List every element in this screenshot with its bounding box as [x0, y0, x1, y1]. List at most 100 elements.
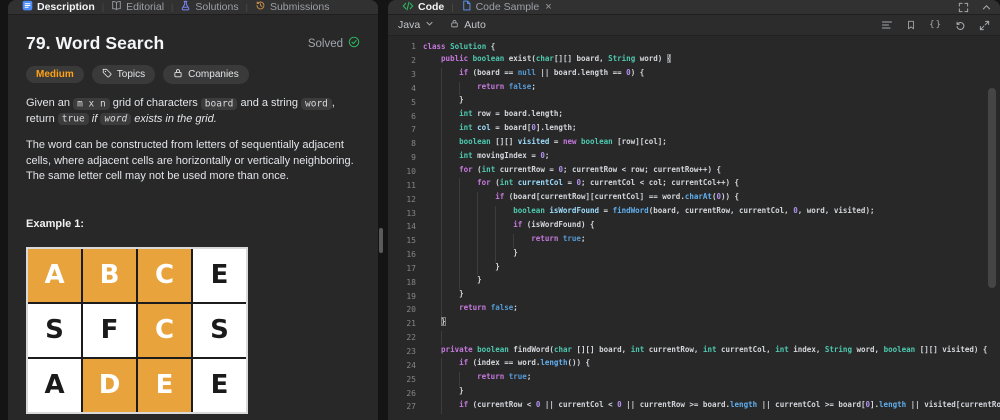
language-selector[interactable]: Java [398, 19, 434, 31]
tab-submissions[interactable]: Submissions [249, 0, 336, 14]
board-cell: E [138, 358, 191, 412]
line-number: 3 [411, 70, 416, 80]
tab-code[interactable]: Code [396, 0, 450, 15]
code-text: } [441, 316, 446, 326]
fullscreen-icon[interactable] [958, 2, 969, 13]
code-text: return false; [423, 303, 518, 317]
code-line: 20 return false; [388, 303, 1000, 317]
topics-badge[interactable]: Topics [91, 65, 156, 84]
text-segment: Given an [26, 97, 74, 109]
board-cell: E [193, 358, 246, 412]
code-line: 5} [388, 95, 1000, 109]
code-line: 9 int movingIndex = 0; [388, 151, 1000, 165]
auto-toggle[interactable]: Auto [450, 19, 486, 31]
line-number: 10 [406, 167, 416, 177]
inline-code: board [200, 97, 238, 110]
line-number: 1 [411, 42, 416, 52]
format-code-icon[interactable] [881, 19, 893, 31]
line-number: 17 [406, 263, 416, 273]
difficulty-badge[interactable]: Medium [26, 66, 84, 83]
editor-tabbar: Code | Code Sample × [388, 0, 1000, 15]
code-text: } [423, 289, 464, 303]
line-number: 22 [406, 333, 416, 343]
line-number: 20 [406, 305, 416, 315]
tab-description[interactable]: Description [16, 0, 101, 14]
code-text: for (int currentCol = 0; currentCol < co… [423, 178, 739, 192]
line-number: 4 [411, 83, 416, 93]
line-number: 15 [406, 236, 416, 246]
line-number: 11 [406, 180, 416, 190]
tab-solutions[interactable]: Solutions [174, 0, 244, 14]
code-line: 4 return false; [388, 82, 1000, 96]
code-text: public boolean exist(char[][] board, Str… [441, 53, 672, 63]
solved-status: Solved [308, 36, 360, 51]
code-line: 22 [388, 331, 1000, 345]
code-line: 10 for (int currentRow = 0; currentRow < … [388, 165, 1000, 179]
board-cell: D [83, 358, 136, 412]
code-text: } [423, 248, 518, 262]
board-cell: A [28, 248, 81, 302]
code-lines: 1 class Solution {2 public boolean exist(c… [388, 40, 1000, 414]
expand-editor-icon[interactable] [979, 20, 990, 31]
code-text: if (board[currentRow][currentCol] == wor… [423, 192, 739, 206]
line-number: 25 [406, 374, 416, 384]
code-icon [402, 0, 414, 15]
code-line: 25 return true; [388, 372, 1000, 386]
check-circle-icon [348, 36, 360, 51]
panel-resize-handle[interactable] [379, 228, 383, 253]
book-icon [111, 0, 122, 14]
flask-icon [180, 0, 191, 14]
editor-toolbar: Java Auto {} [388, 15, 1000, 36]
line-number: 6 [411, 111, 416, 121]
code-text: private boolean findWord(char [][] board… [441, 344, 988, 354]
code-text: return true; [423, 234, 585, 248]
line-number: 12 [406, 194, 416, 204]
code-text: int col = board[0].length; [423, 123, 576, 137]
board-cell: A [28, 358, 81, 412]
code-text: boolean isWordFound = findWord(board, cu… [423, 206, 874, 220]
code-line: 19} [388, 289, 1000, 303]
problem-tabbar: Description | Editorial | Solutions | Su… [8, 0, 378, 15]
code-text: } [423, 95, 464, 109]
inline-code: m x n [73, 97, 110, 110]
tab-code-sample[interactable]: Code Sample × [455, 0, 558, 14]
code-line: 6 int row = board.length; [388, 109, 1000, 123]
braces-icon[interactable]: {} [929, 20, 942, 30]
code-line: 24 if (index == word.length()) { [388, 358, 1000, 372]
code-text: if (board == null || board.length == 0) … [423, 68, 644, 82]
line-number: 21 [406, 319, 416, 329]
code-text: for (int currentRow = 0; currentRow < ro… [423, 165, 721, 179]
editor-panel: Code | Code Sample × Java Auto {} 1 clas… [388, 0, 1000, 420]
board-cell: S [28, 303, 81, 357]
board-cell: C [138, 303, 191, 357]
companies-badge[interactable]: Companies [163, 65, 249, 84]
editor-scrollbar-thumb[interactable] [988, 88, 996, 288]
code-text: boolean [][] visited = new boolean [row]… [423, 137, 667, 151]
line-number: 14 [406, 222, 416, 232]
board-cell: C [138, 248, 191, 302]
code-text: } [423, 386, 464, 400]
code-line: 15 return true; [388, 234, 1000, 248]
code-line: 21} [388, 316, 1000, 331]
code-line: 3 if (board == null || board.length == 0)… [388, 68, 1000, 82]
code-line: 16} [388, 248, 1000, 262]
code-text: class Solution { [423, 42, 496, 52]
code-line: 11 for (int currentCol = 0; currentCol < … [388, 178, 1000, 192]
text-segment: if [88, 112, 101, 125]
problem-content: 79. Word Search Solved Medium Topics Com… [8, 33, 378, 414]
code-line: 8 boolean [][] visited = new boolean [row… [388, 137, 1000, 151]
code-editor[interactable]: 1 class Solution {2 public boolean exist(c… [388, 36, 1000, 420]
line-number: 27 [406, 402, 416, 412]
collapse-panel-icon[interactable] [981, 2, 992, 13]
solved-label: Solved [307, 37, 343, 50]
example-board-image: ABCESFCSADEE [26, 246, 248, 414]
line-number: 13 [406, 208, 416, 218]
bookmark-icon[interactable] [906, 20, 916, 30]
code-line: 12 if (board[currentRow][currentCol] == w… [388, 192, 1000, 206]
reset-code-icon[interactable] [955, 20, 966, 31]
tab-editorial[interactable]: Editorial [105, 0, 170, 14]
problem-title: 79. Word Search [26, 33, 165, 53]
inline-code: word [301, 97, 332, 110]
board-cell: E [193, 248, 246, 302]
close-icon[interactable]: × [545, 1, 551, 13]
